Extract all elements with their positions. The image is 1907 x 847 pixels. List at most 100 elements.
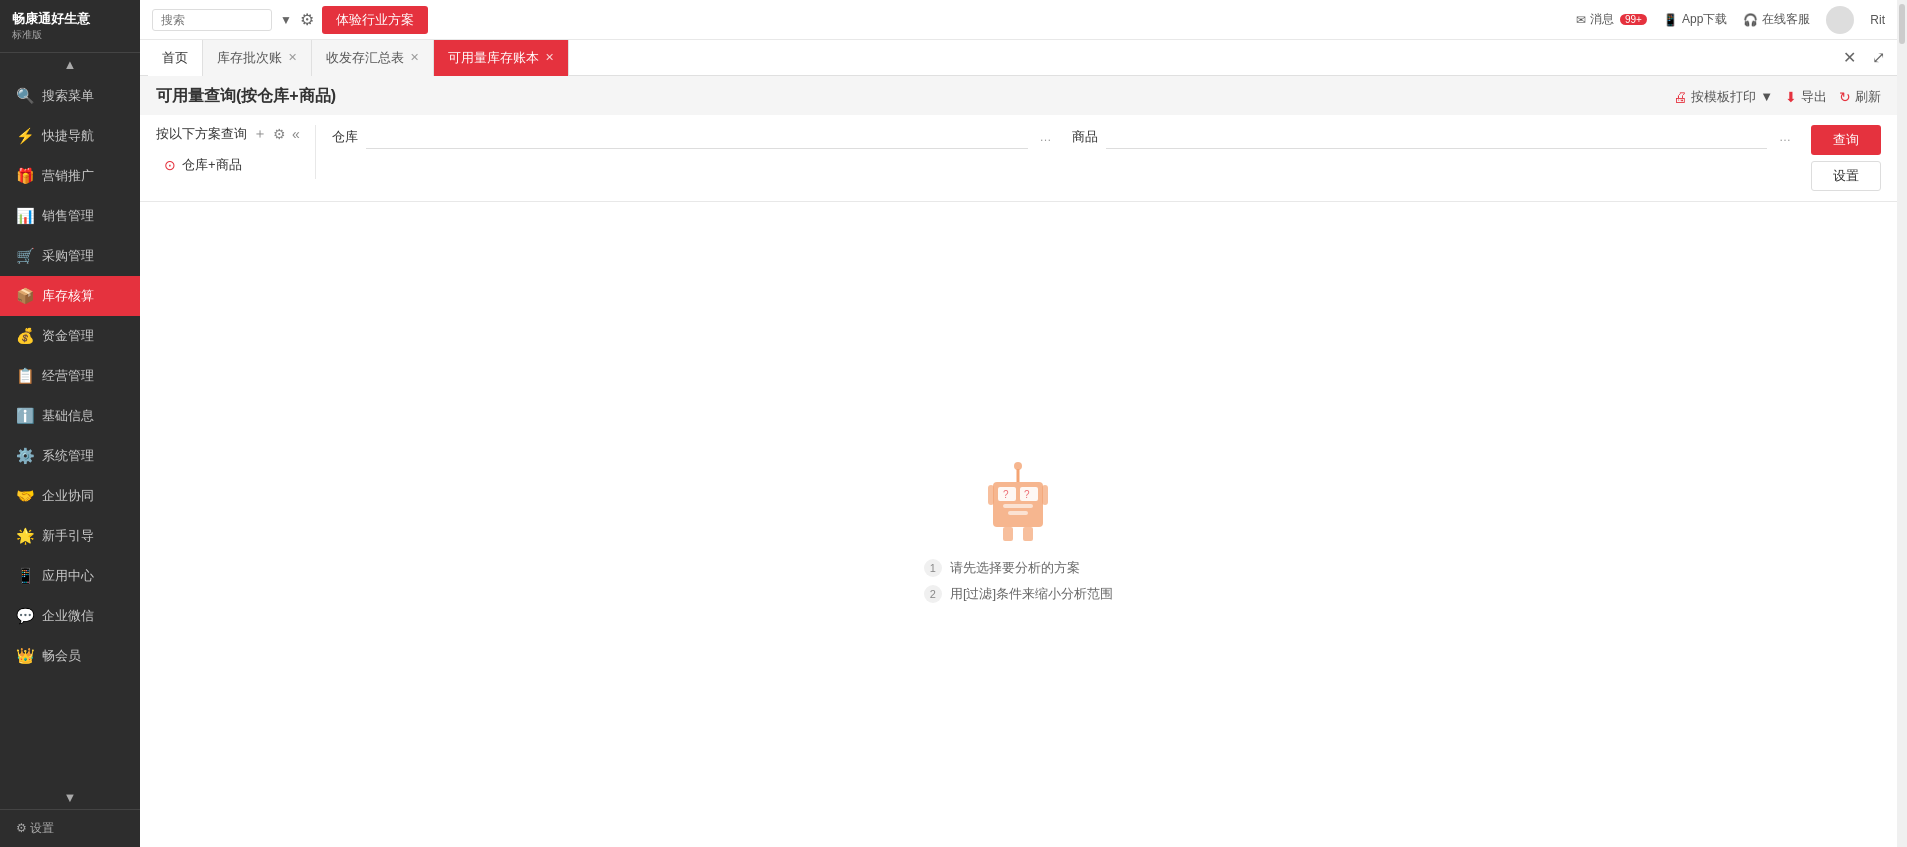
sidebar-item-member[interactable]: 👑 畅会员 <box>0 636 140 676</box>
tab-batch-close[interactable]: ✕ <box>288 51 297 64</box>
refresh-button[interactable]: ↻ 刷新 <box>1839 88 1881 106</box>
sidebar-item-enterprise[interactable]: 🤝 企业协同 <box>0 476 140 516</box>
hint-num-1: 1 <box>924 559 942 577</box>
sidebar-item-finance[interactable]: 💰 资金管理 <box>0 316 140 356</box>
sidebar-bottom[interactable]: ⚙ 设置 <box>0 809 140 847</box>
sidebar-item-label: 系统管理 <box>42 447 94 465</box>
username-label: Rit <box>1870 13 1885 27</box>
sidebar: 畅康通好生意 标准版 ▲ 🔍 搜索菜单 ⚡ 快捷导航 🎁 营销推广 📊 销售管理… <box>0 0 140 847</box>
product-input[interactable] <box>1106 125 1768 149</box>
add-scheme-btn[interactable]: ＋ <box>253 125 267 143</box>
newbie-icon: 🌟 <box>16 527 34 545</box>
marketing-icon: 🎁 <box>16 167 34 185</box>
sidebar-item-inventory[interactable]: 📦 库存核算 <box>0 276 140 316</box>
member-icon: 👑 <box>16 647 34 665</box>
trial-industry-button[interactable]: 体验行业方案 <box>322 6 428 34</box>
sidebar-item-wechat[interactable]: 💬 企业微信 <box>0 596 140 636</box>
sidebar-nav: 🔍 搜索菜单 ⚡ 快捷导航 🎁 营销推广 📊 销售管理 🛒 采购管理 📦 库存核… <box>0 76 140 786</box>
message-label: 消息 <box>1590 11 1614 28</box>
filter-field-warehouse: 仓库 … <box>332 125 1056 149</box>
right-scroll-track <box>1897 0 1907 847</box>
sidebar-item-label: 销售管理 <box>42 207 94 225</box>
avatar[interactable] <box>1826 6 1854 34</box>
page-header-actions: 🖨 按模板打印 ▼ ⬇ 导出 ↻ 刷新 <box>1673 88 1881 106</box>
content-area: ? ? 1 请先选择要分析的方案 2 用[过滤]条件来缩小分析范围 <box>140 202 1897 847</box>
hint-text-2: 用[过滤]条件来缩小分析范围 <box>950 585 1113 603</box>
refresh-icon: ↻ <box>1839 89 1851 105</box>
operations-icon: 📋 <box>16 367 34 385</box>
sidebar-item-label: 应用中心 <box>42 567 94 585</box>
sales-icon: 📊 <box>16 207 34 225</box>
sidebar-item-label: 搜索菜单 <box>42 87 94 105</box>
print-dropdown-icon: ▼ <box>1760 89 1773 104</box>
service-icon: 🎧 <box>1743 13 1758 27</box>
print-label: 按模板打印 <box>1691 88 1756 106</box>
sidebar-item-label: 企业微信 <box>42 607 94 625</box>
sidebar-item-search[interactable]: 🔍 搜索菜单 <box>0 76 140 116</box>
system-icon: ⚙️ <box>16 447 34 465</box>
app-download-button[interactable]: 📱 App下载 <box>1663 11 1727 28</box>
query-button[interactable]: 查询 <box>1811 125 1881 155</box>
collapse-scheme-btn[interactable]: « <box>292 126 300 142</box>
search-dropdown-btn[interactable]: ▼ <box>280 13 292 27</box>
topbar: ▼ ⚙ 体验行业方案 ✉ 消息 99+ 📱 App下载 🎧 在线客服 Rit <box>140 0 1897 40</box>
edit-scheme-btn[interactable]: ⚙ <box>273 126 286 142</box>
export-button[interactable]: ⬇ 导出 <box>1785 88 1827 106</box>
window-close-btn[interactable]: ✕ <box>1839 44 1860 71</box>
sidebar-item-label: 企业协同 <box>42 487 94 505</box>
search-input[interactable] <box>152 9 272 31</box>
message-button[interactable]: ✉ 消息 99+ <box>1576 11 1647 28</box>
sidebar-item-label: 新手引导 <box>42 527 94 545</box>
tab-summary[interactable]: 收发存汇总表 ✕ <box>312 40 434 76</box>
sidebar-item-sales[interactable]: 📊 销售管理 <box>0 196 140 236</box>
export-icon: ⬇ <box>1785 89 1797 105</box>
product-more-btn[interactable]: … <box>1775 128 1795 146</box>
svg-point-10 <box>1014 462 1022 470</box>
hint-num-2: 2 <box>924 585 942 603</box>
tab-batch[interactable]: 库存批次账 ✕ <box>203 40 312 76</box>
sidebar-item-purchase[interactable]: 🛒 采购管理 <box>0 236 140 276</box>
svg-text:?: ? <box>1003 489 1009 500</box>
scroll-thumb[interactable] <box>1899 4 1905 44</box>
empty-state-illustration: ? ? <box>968 447 1068 547</box>
tab-available-close[interactable]: ✕ <box>545 51 554 64</box>
sidebar-item-newbie[interactable]: 🌟 新手引导 <box>0 516 140 556</box>
sidebar-item-marketing[interactable]: 🎁 营销推广 <box>0 156 140 196</box>
sidebar-item-basic[interactable]: ℹ️ 基础信息 <box>0 396 140 436</box>
query-actions: 查询 设置 <box>1811 125 1881 191</box>
empty-state: ? ? 1 请先选择要分析的方案 2 用[过滤]条件来缩小分析范围 <box>924 447 1113 603</box>
sidebar-item-shortcut[interactable]: ⚡ 快捷导航 <box>0 116 140 156</box>
tab-available-label: 可用量库存账本 <box>448 49 539 67</box>
filter-field-product: 商品 … <box>1072 125 1796 149</box>
tab-summary-close[interactable]: ✕ <box>410 51 419 64</box>
print-button[interactable]: 🖨 按模板打印 ▼ <box>1673 88 1773 106</box>
empty-hint-1: 1 请先选择要分析的方案 <box>924 559 1113 577</box>
tab-available[interactable]: 可用量库存账本 ✕ <box>434 40 569 76</box>
sidebar-item-label: 采购管理 <box>42 247 94 265</box>
sidebar-item-system[interactable]: ⚙️ 系统管理 <box>0 436 140 476</box>
filter-scheme-header: 按以下方案查询 ＋ ⚙ « <box>156 125 303 143</box>
column-settings-button[interactable]: 设置 <box>1811 161 1881 191</box>
wechat-icon: 💬 <box>16 607 34 625</box>
warehouse-more-btn[interactable]: … <box>1036 128 1056 146</box>
scheme-warehouse-product[interactable]: ⊙ 仓库+商品 <box>156 151 303 179</box>
online-service-button[interactable]: 🎧 在线客服 <box>1743 11 1810 28</box>
settings-gear-icon[interactable]: ⚙ <box>300 10 314 29</box>
app-title: 畅康通好生意 <box>12 10 128 28</box>
app-download-label: App下载 <box>1682 11 1727 28</box>
tab-home[interactable]: 首页 <box>148 40 203 76</box>
sidebar-item-label: 畅会员 <box>42 647 81 665</box>
sidebar-item-label: 快捷导航 <box>42 127 94 145</box>
sidebar-scroll-up[interactable]: ▲ <box>0 53 140 76</box>
sidebar-item-appcenter[interactable]: 📱 应用中心 <box>0 556 140 596</box>
sidebar-scroll-down[interactable]: ▼ <box>0 786 140 809</box>
svg-rect-8 <box>1023 527 1033 541</box>
sidebar-item-operations[interactable]: 📋 经营管理 <box>0 356 140 396</box>
filter-area: 按以下方案查询 ＋ ⚙ « ⊙ 仓库+商品 仓库 … 商品 … 查 <box>140 115 1897 202</box>
sidebar-item-label: 经营管理 <box>42 367 94 385</box>
svg-rect-3 <box>1003 504 1033 508</box>
scheme-icon: ⊙ <box>164 157 176 173</box>
export-label: 导出 <box>1801 88 1827 106</box>
warehouse-input[interactable] <box>366 125 1028 149</box>
window-expand-btn[interactable]: ⤢ <box>1868 44 1889 71</box>
